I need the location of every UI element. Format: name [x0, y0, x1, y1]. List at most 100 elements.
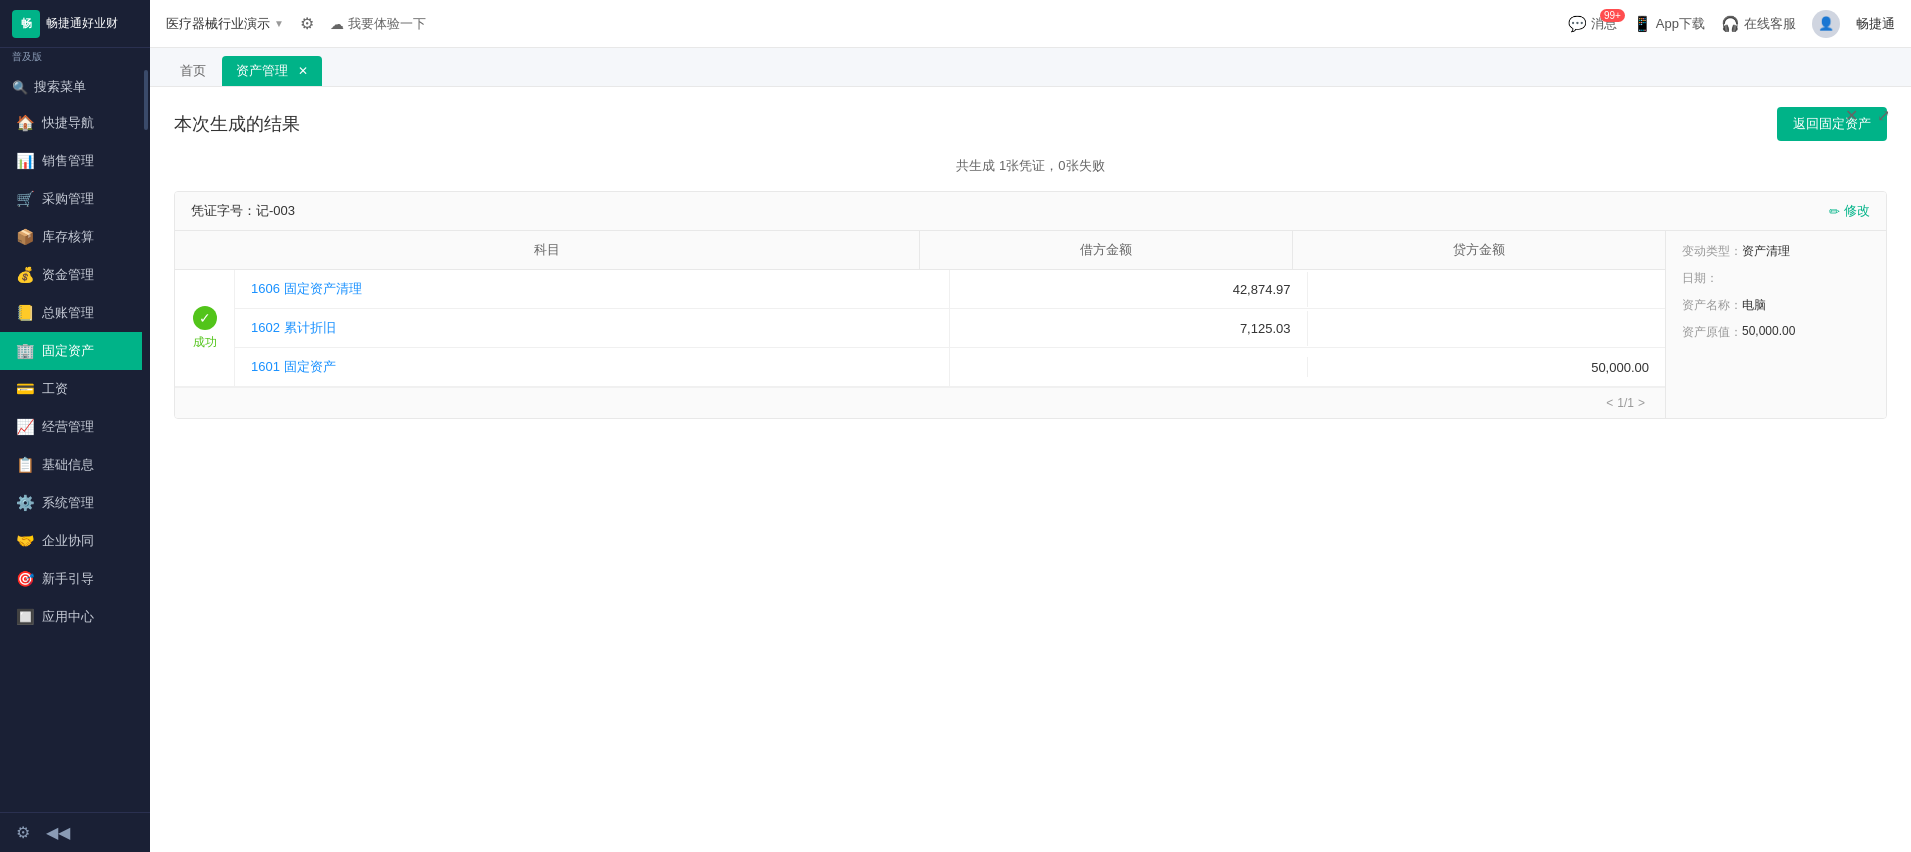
sidebar-item-basic-info[interactable]: 📋 基础信息: [0, 446, 142, 484]
sidebar-item-operations[interactable]: 📈 经营管理: [0, 408, 142, 446]
basic-info-icon: 📋: [16, 456, 34, 474]
voucher-info-panel: 变动类型： 资产清理 日期： 资产名称： 电脑 资产原值： 50,000.00: [1666, 231, 1886, 418]
sidebar-item-app-center[interactable]: 🔲 应用中心: [0, 598, 142, 636]
sidebar-item-guide[interactable]: 🎯 新手引导: [0, 560, 142, 598]
sidebar-nav: 🔍 搜索菜单 🏠 快捷导航 📊 销售管理 🛒 采购管理 📦 库存核算 💰: [0, 70, 142, 812]
table-row: 1601 固定资产 50,000.00: [235, 348, 1665, 386]
page-info: 1/1: [1617, 396, 1634, 410]
original-value-value: 50,000.00: [1742, 324, 1795, 338]
sidebar-item-ledger[interactable]: 📒 总账管理: [0, 294, 142, 332]
topbar-right: 💬 消息 99+ 📱 App下载 🎧 在线客服 👤 畅捷通: [1568, 10, 1895, 38]
result-summary: 共生成 1张凭证，0张失败: [174, 157, 1887, 175]
guide-icon: 🎯: [16, 570, 34, 588]
enterprise-icon: 🤝: [16, 532, 34, 550]
original-value-label: 资产原值：: [1682, 324, 1742, 341]
sidebar-item-label: 新手引导: [42, 570, 94, 588]
tab-asset-management[interactable]: 资产管理 ✕: [222, 56, 322, 86]
pagination: < 1/1 >: [175, 387, 1665, 418]
settings-icon[interactable]: ⚙: [16, 823, 30, 842]
subject-cell: 1606 固定资产清理: [235, 270, 950, 308]
experience-label: 我要体验一下: [348, 15, 426, 33]
app-download-label: App下载: [1656, 15, 1705, 33]
change-type-label: 变动类型：: [1682, 243, 1742, 260]
app-center-icon: 🔲: [16, 608, 34, 626]
sidebar-item-system[interactable]: ⚙️ 系统管理: [0, 484, 142, 522]
sidebar-item-label: 系统管理: [42, 494, 94, 512]
sidebar-item-payroll[interactable]: 💳 工资: [0, 370, 142, 408]
sidebar-bottom: ⚙ ◀◀: [0, 812, 150, 852]
funds-icon: 💰: [16, 266, 34, 284]
sidebar-item-purchase[interactable]: 🛒 采购管理: [0, 180, 142, 218]
fixed-assets-icon: 🏢: [16, 342, 34, 360]
user-avatar[interactable]: 👤: [1812, 10, 1840, 38]
sidebar-item-label: 快捷导航: [42, 114, 94, 132]
credit-cell: 50,000.00: [1308, 350, 1666, 385]
voucher-table: 科目 借方金额 贷方金额 ✓ 成功: [175, 231, 1666, 418]
app-logo-icon: 畅: [12, 10, 40, 38]
sidebar-item-funds[interactable]: 💰 资金管理: [0, 256, 142, 294]
tab-home[interactable]: 首页: [166, 56, 220, 86]
tab-close-icon[interactable]: ✕: [298, 64, 308, 78]
voucher-body: 科目 借方金额 贷方金额 ✓ 成功: [175, 231, 1886, 418]
status-column: ✓ 成功: [175, 270, 235, 386]
sidebar-item-label: 应用中心: [42, 608, 94, 626]
voucher-code: 凭证字号：记-003: [191, 202, 295, 220]
main-content: 医疗器械行业演示 ▼ ⚙ ☁ 我要体验一下 💬 消息 99+ 📱 App下载 🎧…: [150, 0, 1911, 852]
page-body: 本次生成的结果 返回固定资产 共生成 1张凭证，0张失败 凭证字号：记-003 …: [150, 87, 1911, 852]
inventory-icon: 📦: [16, 228, 34, 246]
company-selector[interactable]: 医疗器械行业演示 ▼: [166, 15, 284, 33]
sidebar-search[interactable]: 🔍 搜索菜单: [0, 70, 142, 104]
success-text: 成功: [193, 334, 217, 351]
credit-cell: [1308, 279, 1666, 299]
sidebar-item-inventory[interactable]: 📦 库存核算: [0, 218, 142, 256]
table-row: 1606 固定资产清理 42,874.97: [235, 270, 1665, 309]
table-header: 科目 借方金额 贷方金额: [175, 231, 1665, 270]
app-edition: 普及版: [0, 48, 150, 70]
sidebar-item-label: 销售管理: [42, 152, 94, 170]
topbar-left: 医疗器械行业演示 ▼ ⚙ ☁ 我要体验一下: [166, 14, 1568, 33]
username[interactable]: 畅捷通: [1856, 15, 1895, 33]
next-page-button[interactable]: >: [1638, 396, 1645, 410]
credit-cell: [1308, 318, 1666, 338]
date-label: 日期：: [1682, 270, 1742, 287]
message-button[interactable]: 💬 消息 99+: [1568, 15, 1617, 33]
change-type-value: 资产清理: [1742, 243, 1790, 260]
sidebar-item-label: 采购管理: [42, 190, 94, 208]
sidebar-search-label: 搜索菜单: [34, 78, 86, 96]
experience-button[interactable]: ☁ 我要体验一下: [330, 15, 426, 33]
edit-label: 修改: [1844, 202, 1870, 220]
settings-gear-icon[interactable]: ⚙: [300, 14, 314, 33]
edit-voucher-button[interactable]: ✏ 修改: [1825, 202, 1870, 220]
cloud-icon: ☁: [330, 16, 344, 32]
avatar: 👤: [1812, 10, 1840, 38]
asset-name-row: 资产名称： 电脑: [1682, 297, 1870, 314]
chevron-down-icon: ▼: [274, 18, 284, 29]
tabs-bar: 首页 资产管理 ✕: [150, 48, 1911, 87]
online-service-button[interactable]: 🎧 在线客服: [1721, 15, 1796, 33]
page-header: 本次生成的结果 返回固定资产: [174, 107, 1887, 141]
voucher-header: 凭证字号：记-003 ✏ 修改: [175, 192, 1886, 231]
sidebar-scrollbar[interactable]: [142, 70, 150, 812]
sidebar-item-label: 企业协同: [42, 532, 94, 550]
ledger-icon: 📒: [16, 304, 34, 322]
sidebar-item-label: 经营管理: [42, 418, 94, 436]
message-badge: 99+: [1600, 9, 1625, 22]
debit-cell: [950, 357, 1308, 377]
col-debit: 借方金额: [920, 231, 1293, 269]
collapse-icon[interactable]: ◀◀: [46, 823, 70, 842]
sidebar-item-sales[interactable]: 📊 销售管理: [0, 142, 142, 180]
topbar: 医疗器械行业演示 ▼ ⚙ ☁ 我要体验一下 💬 消息 99+ 📱 App下载 🎧…: [150, 0, 1911, 48]
prev-page-button[interactable]: <: [1606, 396, 1613, 410]
sidebar-item-label: 资金管理: [42, 266, 94, 284]
sidebar-item-fixed-assets[interactable]: 🏢 固定资产: [0, 332, 142, 370]
sidebar-item-label: 总账管理: [42, 304, 94, 322]
sidebar-item-enterprise[interactable]: 🤝 企业协同: [0, 522, 142, 560]
company-name: 医疗器械行业演示: [166, 15, 270, 33]
sidebar-item-quick-nav[interactable]: 🏠 快捷导航: [0, 104, 142, 142]
asset-name-label: 资产名称：: [1682, 297, 1742, 314]
app-download-button[interactable]: 📱 App下载: [1633, 15, 1705, 33]
original-value-row: 资产原值： 50,000.00: [1682, 324, 1870, 341]
close-button[interactable]: ✕: [1839, 103, 1863, 127]
app-logo-text: 畅捷通好业财: [46, 16, 118, 32]
expand-button[interactable]: ⤢: [1871, 103, 1895, 127]
